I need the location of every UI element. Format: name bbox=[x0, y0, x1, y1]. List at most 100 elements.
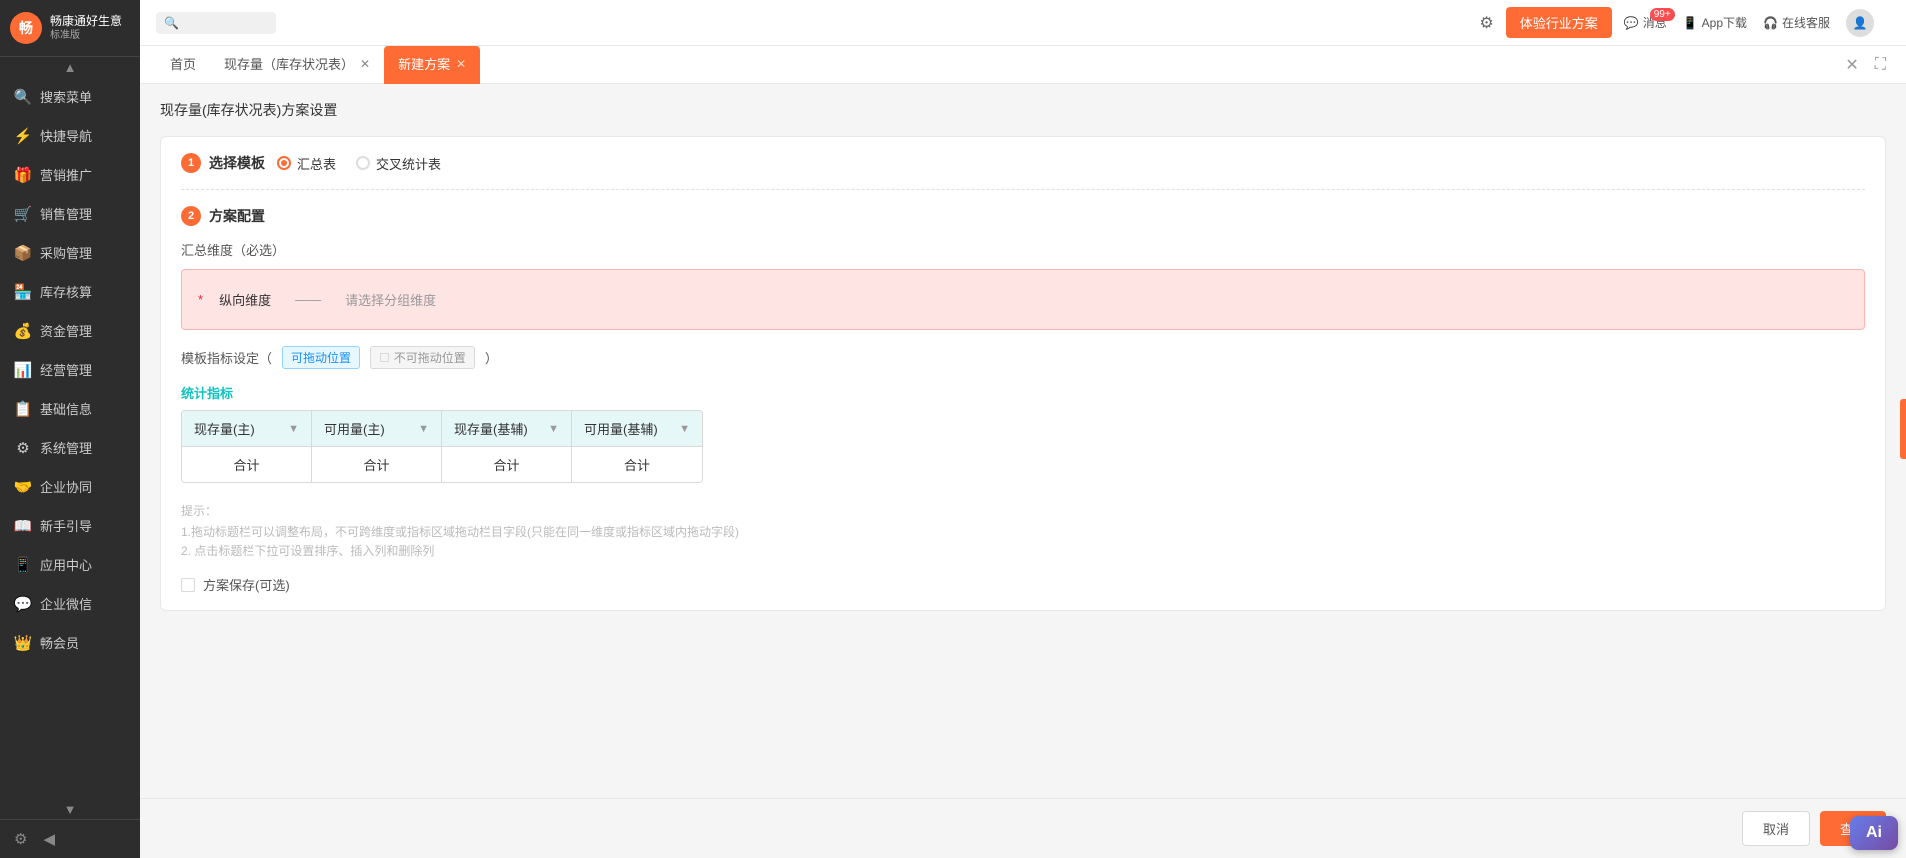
chevron-down-icon: ▼ bbox=[679, 423, 690, 435]
section-divider-1 bbox=[181, 189, 1865, 190]
sidebar-item-purchase[interactable]: 📦 采购管理 bbox=[0, 233, 140, 272]
nav-label-system: 系统管理 bbox=[40, 438, 92, 457]
nav-label-marketing: 营销推广 bbox=[40, 165, 92, 184]
sidebar-scroll-up[interactable]: ▲ bbox=[0, 57, 140, 77]
nav-label-vip: 畅会员 bbox=[40, 633, 79, 652]
drag-position-tag: 可拖动位置 bbox=[282, 346, 360, 369]
nav-label-basic-info: 基础信息 bbox=[40, 399, 92, 418]
stats-table-header: 现存量(主) ▼ 合计 可用量(主) ▼ 合计 现存量(基辅) ▼ 合计 可用量… bbox=[182, 411, 702, 482]
sidebar-item-operations[interactable]: 📊 经营管理 bbox=[0, 350, 140, 389]
stats-col-header[interactable]: 现存量(基辅) ▼ bbox=[442, 411, 571, 447]
sidebar-item-basic-info[interactable]: 📋 基础信息 bbox=[0, 389, 140, 428]
tab-expand-btn[interactable]: ⛶ bbox=[1871, 51, 1890, 79]
chevron-down-icon: ▼ bbox=[288, 423, 299, 435]
nav-label-operations: 经营管理 bbox=[40, 360, 92, 379]
message-badge: 99+ bbox=[1650, 8, 1675, 21]
topbar-online-service[interactable]: 🎧 在线客服 bbox=[1763, 14, 1830, 31]
trial-btn[interactable]: 体验行业方案 bbox=[1506, 7, 1612, 38]
stats-col-header[interactable]: 可用量(基辅) ▼ bbox=[572, 411, 702, 447]
nav-label-search: 搜索菜单 bbox=[40, 87, 92, 106]
nav-label-new-guide: 新手引导 bbox=[40, 516, 92, 535]
sidebar-item-vip[interactable]: 👑 畅会员 bbox=[0, 623, 140, 662]
nav-icon-basic-info: 📋 bbox=[14, 400, 32, 418]
chevron-down-icon: ▼ bbox=[418, 423, 429, 435]
step1-label-row: 1 选择模板 汇总表 交叉统计表 bbox=[181, 153, 1865, 173]
nav-icon-finance: 💰 bbox=[14, 322, 32, 340]
stats-col-body: 合计 bbox=[182, 447, 311, 482]
sidebar-item-marketing[interactable]: 🎁 营销推广 bbox=[0, 155, 140, 194]
save-checkbox[interactable] bbox=[181, 578, 195, 592]
tab-new-scheme-close[interactable]: ✕ bbox=[456, 57, 466, 71]
stats-col-body: 合计 bbox=[572, 447, 702, 482]
sidebar-scroll-down[interactable]: ▼ bbox=[0, 799, 140, 819]
radio-cross[interactable]: 交叉统计表 bbox=[356, 154, 441, 173]
sidebar-item-app-center[interactable]: 📱 应用中心 bbox=[0, 545, 140, 584]
page-title: 现存量(库存状况表)方案设置 bbox=[160, 100, 1886, 120]
sidebar-logo: 畅 畅康通好生意 标准版 bbox=[0, 0, 140, 57]
sidebar-item-new-guide[interactable]: 📖 新手引导 bbox=[0, 506, 140, 545]
ai-float-button[interactable]: Ai bbox=[1850, 816, 1898, 850]
stats-col-header[interactable]: 现存量(主) ▼ bbox=[182, 411, 311, 447]
sidebar-collapse-icon[interactable]: ◀ bbox=[43, 830, 55, 848]
sidebar-item-wechat[interactable]: 💬 企业微信 bbox=[0, 584, 140, 623]
stats-col: 可用量(基辅) ▼ 合计 bbox=[572, 411, 702, 482]
nav-label-inventory-check: 库存核算 bbox=[40, 282, 92, 301]
nav-icon-marketing: 🎁 bbox=[14, 166, 32, 184]
chevron-down-icon: ▼ bbox=[548, 423, 559, 435]
nav-icon-app-center: 📱 bbox=[14, 556, 32, 574]
nav-icon-new-guide: 📖 bbox=[14, 517, 32, 535]
topbar-app-download[interactable]: 📱 App下载 bbox=[1683, 14, 1747, 31]
stats-col: 现存量(基辅) ▼ 合计 bbox=[442, 411, 572, 482]
nav-icon-wechat: 💬 bbox=[14, 595, 32, 613]
main-area: 🔍 ⚙ 体验行业方案 💬 消息 99+ 📱 App下载 🎧 在线客服 👤 bbox=[140, 0, 1906, 858]
sidebar-item-system[interactable]: ⚙ 系统管理 bbox=[0, 428, 140, 467]
sidebar-item-search[interactable]: 🔍 搜索菜单 bbox=[0, 77, 140, 116]
step2-label-row: 2 方案配置 bbox=[181, 206, 1865, 226]
topbar-message[interactable]: 💬 消息 99+ bbox=[1624, 14, 1667, 31]
sidebar-item-finance[interactable]: 💰 资金管理 bbox=[0, 311, 140, 350]
tips-title: 提示： bbox=[181, 502, 1865, 519]
step2-title: 方案配置 bbox=[209, 206, 265, 226]
tab-inventory-close[interactable]: ✕ bbox=[360, 57, 370, 71]
cancel-button[interactable]: 取消 bbox=[1742, 811, 1810, 846]
nav-label-cooperation: 企业协同 bbox=[40, 477, 92, 496]
radio-summary[interactable]: 汇总表 bbox=[277, 154, 336, 173]
nav-label-finance: 资金管理 bbox=[40, 321, 92, 340]
step1-title: 选择模板 bbox=[209, 153, 265, 173]
stats-section-label: 统计指标 bbox=[181, 383, 1865, 402]
sidebar-settings-icon[interactable]: ⚙ bbox=[14, 830, 27, 848]
content: 现存量(库存状况表)方案设置 1 选择模板 汇总表 交叉统计表 bbox=[140, 84, 1906, 798]
nav-icon-vip: 👑 bbox=[14, 634, 32, 652]
step1-card: 1 选择模板 汇总表 交叉统计表 2 方案配置 bbox=[160, 136, 1886, 611]
sidebar-item-cooperation[interactable]: 🤝 企业协同 bbox=[0, 467, 140, 506]
tips-item-1: 1.拖动标题栏可以调整布局，不可跨维度或指标区域拖动栏目字段(只能在同一维度或指… bbox=[181, 523, 1865, 540]
sidebar-item-inventory-check[interactable]: 🏪 库存核算 bbox=[0, 272, 140, 311]
step2-number: 2 bbox=[181, 206, 201, 226]
sidebar-item-sales[interactable]: 🛒 销售管理 bbox=[0, 194, 140, 233]
topbar-settings-icon[interactable]: ⚙ bbox=[1479, 13, 1493, 33]
dimension-placeholder[interactable]: 请选择分组维度 bbox=[345, 290, 436, 309]
sidebar-item-quick-nav[interactable]: ⚡ 快捷导航 bbox=[0, 116, 140, 155]
nav-label-quick-nav: 快捷导航 bbox=[40, 126, 92, 145]
dimension-required-mark: * bbox=[198, 292, 203, 307]
radio-cross-dot bbox=[356, 156, 370, 170]
sidebar-bottom: ⚙ ◀ bbox=[0, 819, 140, 858]
topbar-avatar[interactable]: 👤 bbox=[1846, 9, 1874, 37]
tab-inventory[interactable]: 现存量（库存状况表） ✕ bbox=[210, 46, 384, 84]
message-icon: 💬 bbox=[1624, 16, 1639, 30]
stats-col: 现存量(主) ▼ 合计 bbox=[182, 411, 312, 482]
tab-new-scheme[interactable]: 新建方案 ✕ bbox=[384, 46, 480, 84]
radio-cross-label: 交叉统计表 bbox=[376, 154, 441, 173]
dimension-dash: —— bbox=[295, 292, 321, 307]
dimension-area: * 纵向维度 —— 请选择分组维度 bbox=[181, 269, 1865, 330]
stats-col-body: 合计 bbox=[442, 447, 571, 482]
stats-table: 现存量(主) ▼ 合计 可用量(主) ▼ 合计 现存量(基辅) ▼ 合计 可用量… bbox=[181, 410, 703, 483]
topbar-search[interactable]: 🔍 bbox=[156, 12, 276, 34]
stats-col-header[interactable]: 可用量(主) ▼ bbox=[312, 411, 441, 447]
right-edge-handle[interactable] bbox=[1900, 399, 1906, 459]
service-icon: 🎧 bbox=[1763, 16, 1778, 30]
tab-close-btn[interactable]: ✕ bbox=[1841, 51, 1862, 79]
nav-icon-cooperation: 🤝 bbox=[14, 478, 32, 496]
tab-home[interactable]: 首页 bbox=[156, 46, 210, 84]
step1-number: 1 bbox=[181, 153, 201, 173]
